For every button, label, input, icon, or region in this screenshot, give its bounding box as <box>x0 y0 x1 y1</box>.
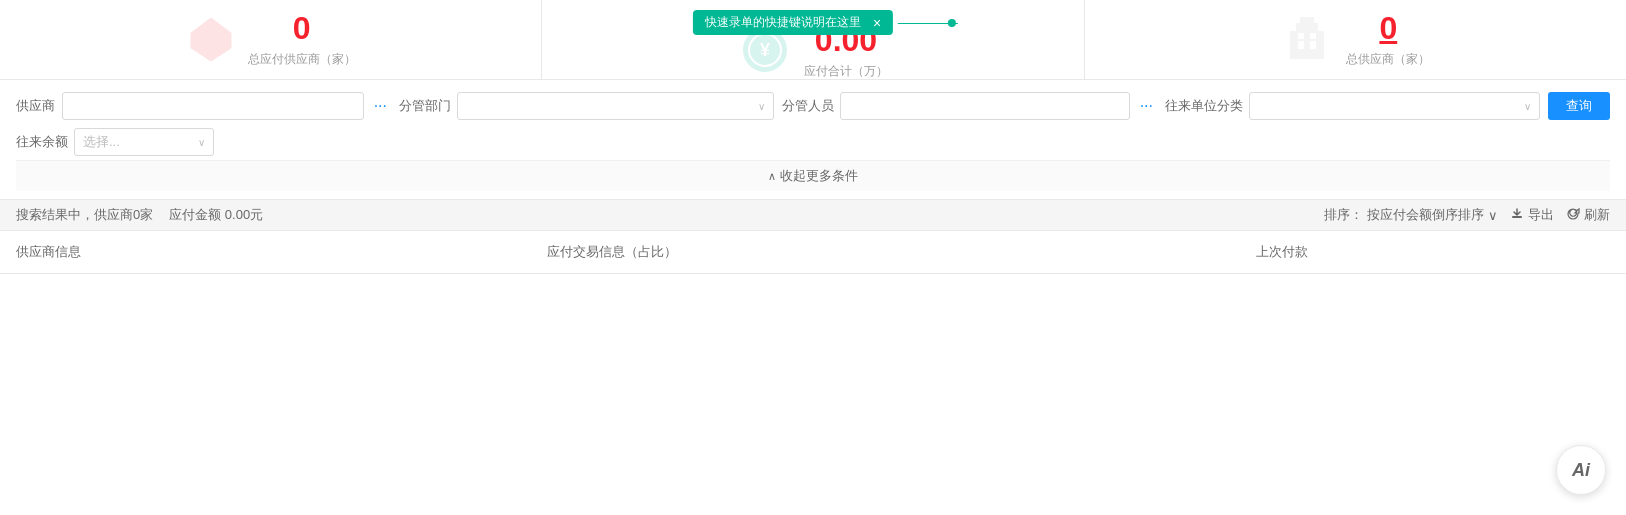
stat-card-total-suppliers: 0 总供应商（家） <box>1085 0 1626 79</box>
refresh-button[interactable]: 刷新 <box>1566 206 1610 224</box>
sort-value: 按应付会额倒序排序 <box>1367 206 1484 224</box>
col-header-lastpay: 上次付款 <box>1256 243 1610 261</box>
svg-rect-11 <box>1310 33 1316 39</box>
table-body <box>0 274 1626 515</box>
supplier-field: 供应商 ··· <box>16 92 391 120</box>
refresh-label: 刷新 <box>1584 206 1610 224</box>
export-button[interactable]: 导出 <box>1510 206 1554 224</box>
collapse-button[interactable]: ∧ 收起更多条件 <box>16 160 1610 191</box>
category-select[interactable]: ∨ <box>1249 92 1540 120</box>
category-arrow: ∨ <box>1524 101 1531 112</box>
category-field: 往来单位分类 ∨ <box>1165 92 1540 120</box>
svg-rect-9 <box>1310 41 1316 49</box>
stats-section: 0 总应付供应商（家） 快速录单的快捷键说明在这里 × ¥ 0.00 应付 <box>0 0 1626 80</box>
col-header-supplier: 供应商信息 <box>16 243 547 261</box>
svg-rect-12 <box>1512 216 1522 218</box>
search-row-1: 供应商 ··· 分管部门 ∨ 分管人员 ··· 往来单位分类 ∨ <box>16 92 1610 120</box>
collapse-icon: ∧ <box>768 170 776 183</box>
export-icon <box>1510 207 1524 224</box>
stat-label-amount: 应付合计（万） <box>804 63 888 80</box>
person-field: 分管人员 ··· <box>782 92 1157 120</box>
stat-card-amount: 快速录单的快捷键说明在这里 × ¥ 0.00 应付合计（万） <box>542 0 1084 79</box>
department-field: 分管部门 ∨ <box>399 92 774 120</box>
svg-rect-8 <box>1298 41 1304 49</box>
sort-dropdown[interactable]: 排序： 按应付会额倒序排序 ∨ <box>1324 206 1498 224</box>
tooltip-bar[interactable]: 快速录单的快捷键说明在这里 × <box>693 10 893 35</box>
balance-placeholder: 选择... <box>83 133 120 151</box>
person-input[interactable] <box>840 92 1130 120</box>
svg-rect-5 <box>1290 31 1324 59</box>
department-label: 分管部门 <box>399 97 451 115</box>
ai-badge-label: Ai <box>1572 460 1590 481</box>
supplier-dots-button[interactable]: ··· <box>370 97 391 115</box>
table-header: 供应商信息 应付交易信息（占比） 上次付款 <box>0 231 1626 274</box>
balance-select[interactable]: 选择... ∨ <box>74 128 214 156</box>
diamond-icon <box>186 13 236 66</box>
collapse-label: 收起更多条件 <box>780 167 858 185</box>
person-label: 分管人员 <box>782 97 834 115</box>
supplier-input[interactable] <box>62 92 364 120</box>
tooltip-close-button[interactable]: × <box>873 15 881 31</box>
query-button[interactable]: 查询 <box>1548 92 1610 120</box>
supplier-label: 供应商 <box>16 97 56 115</box>
search-area: 供应商 ··· 分管部门 ∨ 分管人员 ··· 往来单位分类 ∨ <box>0 80 1626 200</box>
ai-badge-button[interactable]: Ai <box>1556 445 1606 495</box>
person-dots-button[interactable]: ··· <box>1136 97 1157 115</box>
balance-field: 往来余额 选择... ∨ <box>16 128 214 156</box>
balance-label: 往来余额 <box>16 133 68 151</box>
stat-number-suppliers-payable: 0 <box>293 11 311 46</box>
search-row-2: 往来余额 选择... ∨ <box>16 128 1610 156</box>
svg-rect-10 <box>1298 33 1304 39</box>
svg-text:¥: ¥ <box>760 40 770 60</box>
stat-card-suppliers-payable: 0 总应付供应商（家） <box>0 0 542 79</box>
results-summary: 搜索结果中，供应商0家 应付金额 0.00元 <box>16 206 263 224</box>
stat-label-total-suppliers: 总供应商（家） <box>1346 51 1430 68</box>
col-header-transaction: 应付交易信息（占比） <box>547 243 1255 261</box>
results-actions: 排序： 按应付会额倒序排序 ∨ 导出 刷新 <box>1324 206 1610 224</box>
department-arrow: ∨ <box>758 101 765 112</box>
sort-arrow-icon: ∨ <box>1488 208 1498 223</box>
export-label: 导出 <box>1528 206 1554 224</box>
results-amount: 应付金额 0.00元 <box>169 206 263 224</box>
tooltip-text: 快速录单的快捷键说明在这里 <box>705 14 861 31</box>
refresh-icon <box>1566 207 1580 224</box>
balance-arrow: ∨ <box>198 137 205 148</box>
category-label: 往来单位分类 <box>1165 97 1243 115</box>
building-icon <box>1280 11 1334 68</box>
stat-number-total-suppliers: 0 <box>1379 11 1397 46</box>
sort-prefix: 排序： <box>1324 206 1363 224</box>
results-bar: 搜索结果中，供应商0家 应付金额 0.00元 排序： 按应付会额倒序排序 ∨ 导… <box>0 200 1626 231</box>
results-suppliers-count: 搜索结果中，供应商0家 <box>16 206 153 224</box>
department-select[interactable]: ∨ <box>457 92 774 120</box>
stat-label-suppliers-payable: 总应付供应商（家） <box>248 51 356 68</box>
svg-rect-7 <box>1300 17 1314 25</box>
